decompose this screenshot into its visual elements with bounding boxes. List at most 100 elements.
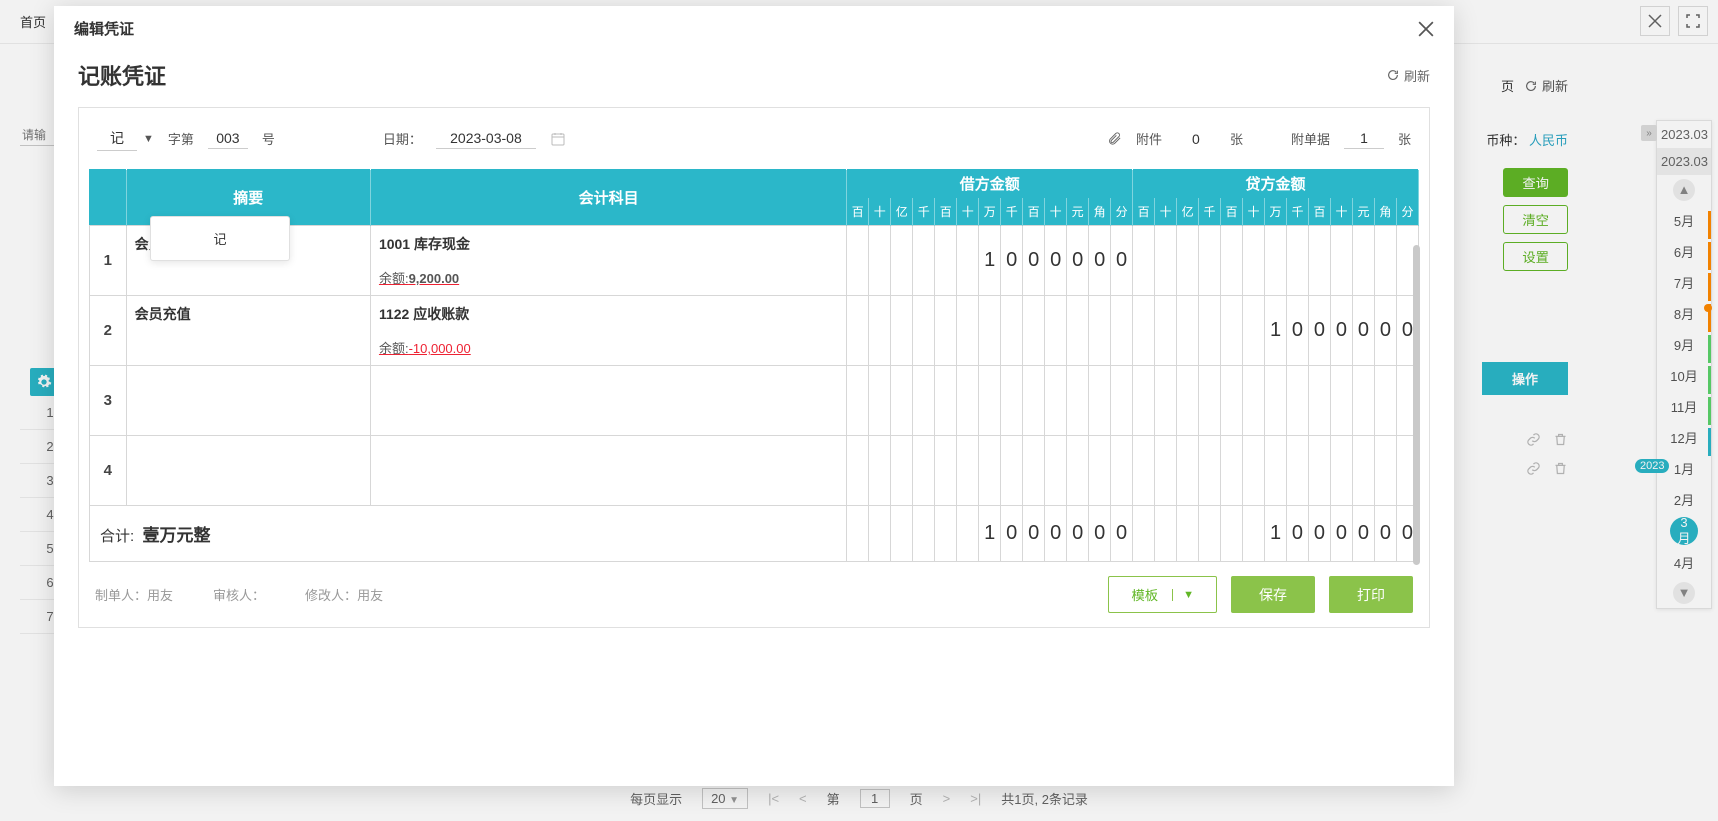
digit-cell[interactable]	[1089, 436, 1111, 506]
voucher-type-option[interactable]: 记	[151, 217, 289, 260]
digit-cell[interactable]: 0	[1001, 226, 1023, 296]
digit-cell[interactable]	[1177, 436, 1199, 506]
digit-cell[interactable]: 0	[1374, 296, 1396, 366]
digit-cell[interactable]	[869, 296, 891, 366]
digit-cell[interactable]	[1111, 366, 1133, 436]
digit-cell[interactable]	[1111, 436, 1133, 506]
digit-cell[interactable]: 0	[1023, 226, 1045, 296]
account-cell[interactable]: 1001 库存现金余额:9,200.00	[370, 226, 846, 296]
digit-cell[interactable]	[847, 366, 869, 436]
digit-cell[interactable]	[1155, 296, 1177, 366]
digit-cell[interactable]: 0	[1308, 296, 1330, 366]
digit-cell[interactable]	[957, 436, 979, 506]
digit-cell[interactable]	[935, 296, 957, 366]
digit-cell[interactable]	[1089, 296, 1111, 366]
digit-cell[interactable]	[1221, 436, 1243, 506]
digit-cell[interactable]: 1	[1265, 296, 1287, 366]
summary-cell[interactable]	[126, 436, 370, 506]
digit-cell[interactable]	[1001, 366, 1023, 436]
digit-cell[interactable]	[1221, 226, 1243, 296]
digit-cell[interactable]	[891, 436, 913, 506]
account-cell[interactable]: 1122 应收账款余额:-10,000.00	[370, 296, 846, 366]
template-button[interactable]: 模板 ▼	[1108, 576, 1217, 613]
digit-cell[interactable]	[1352, 226, 1374, 296]
digit-cell[interactable]	[1111, 296, 1133, 366]
print-button[interactable]: 打印	[1329, 576, 1413, 613]
digit-cell[interactable]: 1	[979, 226, 1001, 296]
digit-cell[interactable]	[935, 436, 957, 506]
digit-cell[interactable]: 0	[1111, 226, 1133, 296]
digit-cell[interactable]	[1023, 366, 1045, 436]
voucher-number-input[interactable]: 003	[208, 128, 248, 149]
digit-cell[interactable]	[1067, 296, 1089, 366]
digit-cell[interactable]	[1243, 226, 1265, 296]
digit-cell[interactable]	[1374, 436, 1396, 506]
digit-cell[interactable]	[1023, 296, 1045, 366]
digit-cell[interactable]	[1243, 296, 1265, 366]
digit-cell[interactable]	[1265, 226, 1287, 296]
digit-cell[interactable]	[979, 296, 1001, 366]
digit-cell[interactable]	[1243, 436, 1265, 506]
digit-cell[interactable]	[891, 366, 913, 436]
digit-cell[interactable]	[1045, 366, 1067, 436]
digit-cell[interactable]	[847, 226, 869, 296]
digit-cell[interactable]	[1330, 366, 1352, 436]
digit-cell[interactable]	[1287, 436, 1309, 506]
digit-cell[interactable]	[847, 296, 869, 366]
digit-cell[interactable]	[1199, 226, 1221, 296]
digit-cell[interactable]	[869, 436, 891, 506]
digit-cell[interactable]	[1133, 226, 1155, 296]
account-cell[interactable]	[370, 366, 846, 436]
digit-cell[interactable]	[869, 226, 891, 296]
close-button[interactable]	[1418, 21, 1434, 37]
digit-cell[interactable]	[891, 226, 913, 296]
digit-cell[interactable]	[935, 226, 957, 296]
digit-cell[interactable]	[913, 436, 935, 506]
digit-cell[interactable]	[1177, 226, 1199, 296]
chevron-down-icon[interactable]: ▼	[1172, 589, 1194, 601]
digit-cell[interactable]	[1045, 296, 1067, 366]
digit-cell[interactable]	[1221, 296, 1243, 366]
digit-cell[interactable]	[1001, 296, 1023, 366]
date-input[interactable]: 2023-03-08	[436, 128, 536, 149]
digit-cell[interactable]	[1067, 366, 1089, 436]
digit-cell[interactable]	[1155, 436, 1177, 506]
digit-cell[interactable]	[957, 366, 979, 436]
scrollbar[interactable]	[1413, 245, 1420, 565]
digit-cell[interactable]: 0	[1287, 296, 1309, 366]
digit-cell[interactable]	[1308, 436, 1330, 506]
digit-cell[interactable]	[1001, 436, 1023, 506]
digit-cell[interactable]	[1287, 226, 1309, 296]
digit-cell[interactable]	[869, 366, 891, 436]
summary-cell[interactable]	[126, 366, 370, 436]
digit-cell[interactable]	[1308, 366, 1330, 436]
digit-cell[interactable]	[1330, 436, 1352, 506]
digit-cell[interactable]	[1133, 296, 1155, 366]
digit-cell[interactable]	[1199, 296, 1221, 366]
digit-cell[interactable]	[1374, 366, 1396, 436]
digit-cell[interactable]	[1287, 366, 1309, 436]
summary-cell[interactable]: 会员充值	[126, 296, 370, 366]
digit-cell[interactable]: 0	[1352, 296, 1374, 366]
digit-cell[interactable]	[1199, 436, 1221, 506]
digit-cell[interactable]	[1089, 366, 1111, 436]
digit-cell[interactable]	[1177, 366, 1199, 436]
digit-cell[interactable]	[913, 296, 935, 366]
save-button[interactable]: 保存	[1231, 576, 1315, 613]
digit-cell[interactable]	[1265, 436, 1287, 506]
digit-cell[interactable]	[1330, 226, 1352, 296]
digit-cell[interactable]	[913, 366, 935, 436]
digit-cell[interactable]	[1199, 366, 1221, 436]
voucher-type-select[interactable]: 记	[97, 126, 137, 151]
digit-cell[interactable]	[891, 296, 913, 366]
digit-cell[interactable]: 0	[1045, 226, 1067, 296]
digit-cell[interactable]	[1177, 296, 1199, 366]
digit-cell[interactable]: 0	[1330, 296, 1352, 366]
digit-cell[interactable]: 0	[1067, 226, 1089, 296]
digit-cell[interactable]	[979, 366, 1001, 436]
digit-cell[interactable]	[1133, 366, 1155, 436]
digit-cell[interactable]	[1374, 226, 1396, 296]
digit-cell[interactable]	[1352, 436, 1374, 506]
calendar-icon[interactable]	[550, 131, 566, 147]
digit-cell[interactable]	[1067, 436, 1089, 506]
